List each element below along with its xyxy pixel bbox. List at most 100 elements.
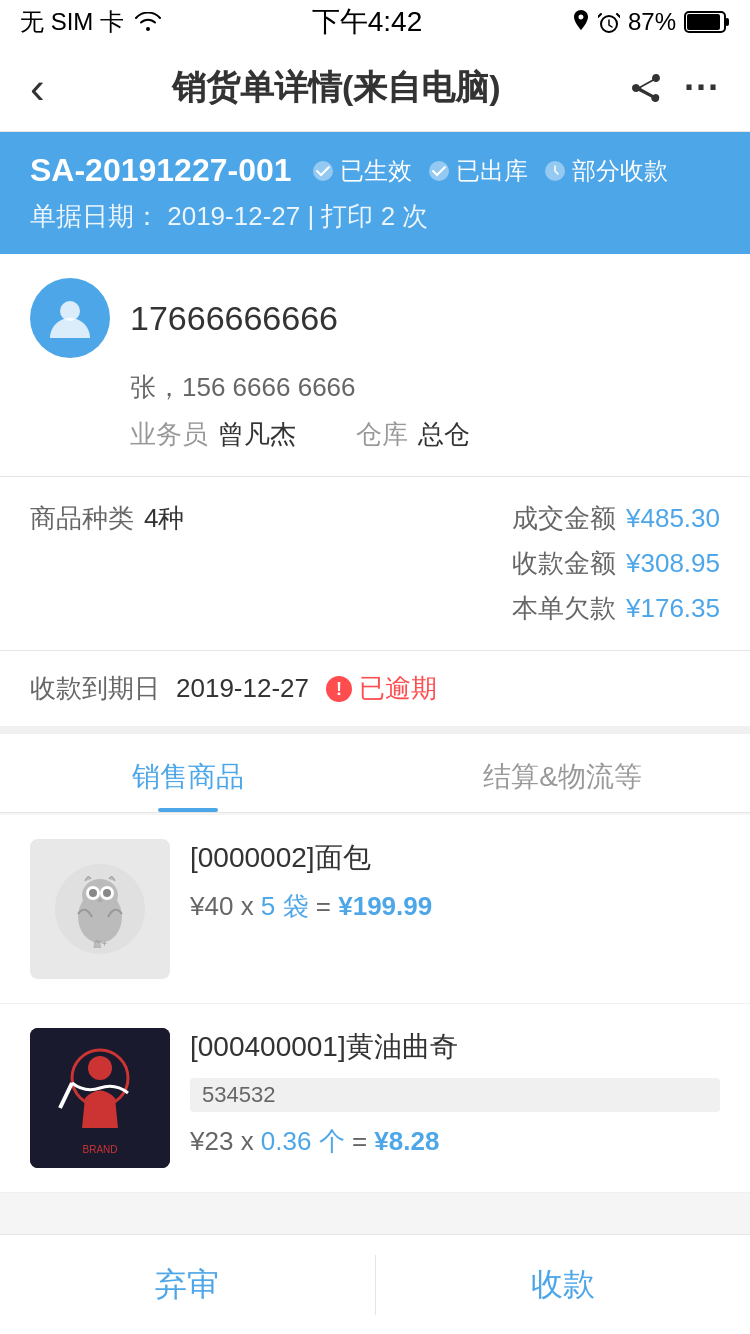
owed-item: 本单欠款 ¥176.35 — [512, 591, 720, 626]
clock-icon — [544, 160, 566, 182]
status-effective-text: 已生效 — [340, 155, 412, 187]
product-type-count: 4种 — [144, 501, 184, 536]
status-bar: 无 SIM 卡 下午4:42 87% — [0, 0, 750, 44]
back-button[interactable]: ‹ — [30, 63, 45, 113]
sales-value: 曾凡杰 — [218, 417, 296, 452]
product-batch-2: 534532 — [190, 1078, 720, 1112]
order-date: 单据日期： 2019-12-27 | 打印 2 次 — [30, 199, 720, 234]
date-value: 2019-12-27 — [167, 201, 300, 231]
svg-rect-3 — [687, 14, 720, 30]
product-total-1: ¥199.99 — [338, 891, 432, 921]
owl-icon: 鑫+ — [50, 859, 150, 959]
amount-value: ¥485.30 — [626, 503, 720, 534]
warning-icon: ! — [325, 675, 353, 703]
cancel-button[interactable]: 弃审 — [0, 1243, 375, 1327]
product-name-1: [0000002]面包 — [190, 839, 720, 877]
nav-bar: ‹ 销货单详情(来自电脑) ··· — [0, 44, 750, 132]
product-list: 鑫+ [0000002]面包 ¥40 x 5 袋 = ¥199.99 — [0, 815, 750, 1193]
product-price-1: ¥40 x 5 袋 = ¥199.99 — [190, 889, 720, 924]
order-id: SA-20191227-001 — [30, 152, 292, 189]
summary-left: 商品种类 4种 — [30, 501, 375, 536]
product-logo-icon: BRAND — [30, 1028, 170, 1168]
owed-label: 本单欠款 — [512, 591, 616, 626]
product-item: 鑫+ [0000002]面包 ¥40 x 5 袋 = ¥199.99 — [0, 815, 750, 1004]
summary-right: 成交金额 ¥485.30 收款金额 ¥308.95 本单欠款 ¥176.35 — [375, 501, 720, 626]
product-unit-price-2: ¥23 — [190, 1126, 233, 1156]
date-label: 单据日期： — [30, 201, 160, 231]
tab-settlement-label: 结算&物流等 — [483, 761, 642, 792]
svg-point-16 — [103, 889, 111, 897]
product-qty-2: 0.36 — [261, 1126, 312, 1156]
status-partial-text: 部分收款 — [572, 155, 668, 187]
svg-point-15 — [89, 889, 97, 897]
check-icon-2 — [428, 160, 450, 182]
product-item-2: BRAND [000400001]黄油曲奇 534532 ¥23 x 0.36 … — [0, 1004, 750, 1193]
customer-main: 17666666666 — [30, 278, 720, 358]
product-info-1: [0000002]面包 ¥40 x 5 袋 = ¥199.99 — [190, 839, 720, 924]
product-name-2: [000400001]黄油曲奇 — [190, 1028, 720, 1066]
location-icon — [572, 10, 590, 34]
received-value: ¥308.95 — [626, 548, 720, 579]
product-unit-2: 个 — [319, 1126, 345, 1156]
amount-item: 成交金额 ¥485.30 — [512, 501, 720, 536]
status-bar-right: 87% — [572, 8, 730, 36]
due-section: 收款到期日 2019-12-27 ! 已逾期 — [0, 651, 750, 734]
print-info: | 打印 2 次 — [307, 201, 428, 231]
status-shipped-text: 已出库 — [456, 155, 528, 187]
due-label: 收款到期日 — [30, 671, 160, 706]
owed-value: ¥176.35 — [626, 593, 720, 624]
summary-section: 商品种类 4种 成交金额 ¥485.30 收款金额 ¥308.95 本单欠款 ¥… — [0, 477, 750, 651]
confirm-button[interactable]: 收款 — [376, 1243, 751, 1327]
more-button[interactable]: ··· — [684, 67, 720, 109]
battery-icon — [684, 11, 730, 33]
product-total-2: ¥8.28 — [374, 1126, 439, 1156]
tab-sales-products[interactable]: 销售商品 — [0, 734, 375, 812]
alarm-icon — [598, 10, 620, 34]
overdue-badge: ! 已逾期 — [325, 671, 437, 706]
tab-settlement[interactable]: 结算&物流等 — [375, 734, 750, 812]
warehouse-value: 总仓 — [418, 417, 470, 452]
nav-right: ··· — [628, 67, 720, 109]
sales-info: 业务员 曾凡杰 — [130, 417, 296, 452]
customer-section: 17666666666 张，156 6666 6666 业务员 曾凡杰 仓库 总… — [0, 254, 750, 477]
product-price-2: ¥23 x 0.36 个 = ¥8.28 — [190, 1124, 720, 1159]
overdue-text: 已逾期 — [359, 671, 437, 706]
received-label: 收款金额 — [512, 546, 616, 581]
received-item: 收款金额 ¥308.95 — [512, 546, 720, 581]
product-qty-1: 5 — [261, 891, 275, 921]
product-type-item: 商品种类 4种 — [30, 501, 375, 536]
svg-point-21 — [88, 1056, 112, 1080]
product-image-2: BRAND — [30, 1028, 170, 1168]
share-icon[interactable] — [628, 70, 664, 106]
battery-text: 87% — [628, 8, 676, 36]
svg-text:BRAND: BRAND — [82, 1144, 117, 1155]
customer-id: 17666666666 — [130, 299, 338, 338]
customer-name-phone: 张，156 6666 6666 — [30, 370, 720, 405]
product-unit-1: 袋 — [283, 891, 309, 921]
check-icon-1 — [312, 160, 334, 182]
tab-sales-products-label: 销售商品 — [132, 761, 244, 792]
product-info-2: [000400001]黄油曲奇 534532 ¥23 x 0.36 个 = ¥8… — [190, 1028, 720, 1159]
status-shipped: 已出库 — [428, 155, 528, 187]
product-type-label: 商品种类 — [30, 501, 134, 536]
bottom-bar: 弃审 收款 — [0, 1234, 750, 1334]
due-date: 2019-12-27 — [176, 673, 309, 704]
customer-meta: 业务员 曾凡杰 仓库 总仓 — [30, 417, 720, 452]
svg-rect-2 — [725, 18, 729, 26]
order-header: SA-20191227-001 已生效 已出库 — [0, 132, 750, 254]
person-icon — [45, 293, 95, 343]
amount-label: 成交金额 — [512, 501, 616, 536]
status-bar-left: 无 SIM 卡 — [20, 6, 162, 38]
tabs: 销售商品 结算&物流等 — [0, 734, 750, 813]
status-tags: 已生效 已出库 部分收款 — [312, 155, 668, 187]
nav-left: ‹ — [30, 63, 45, 113]
sales-label: 业务员 — [130, 417, 208, 452]
status-bar-time: 下午4:42 — [312, 3, 423, 41]
wifi-icon — [134, 12, 162, 32]
status-effective: 已生效 — [312, 155, 412, 187]
customer-avatar — [30, 278, 110, 358]
warehouse-label: 仓库 — [356, 417, 408, 452]
carrier-text: 无 SIM 卡 — [20, 6, 124, 38]
warehouse-info: 仓库 总仓 — [356, 417, 470, 452]
status-partial: 部分收款 — [544, 155, 668, 187]
